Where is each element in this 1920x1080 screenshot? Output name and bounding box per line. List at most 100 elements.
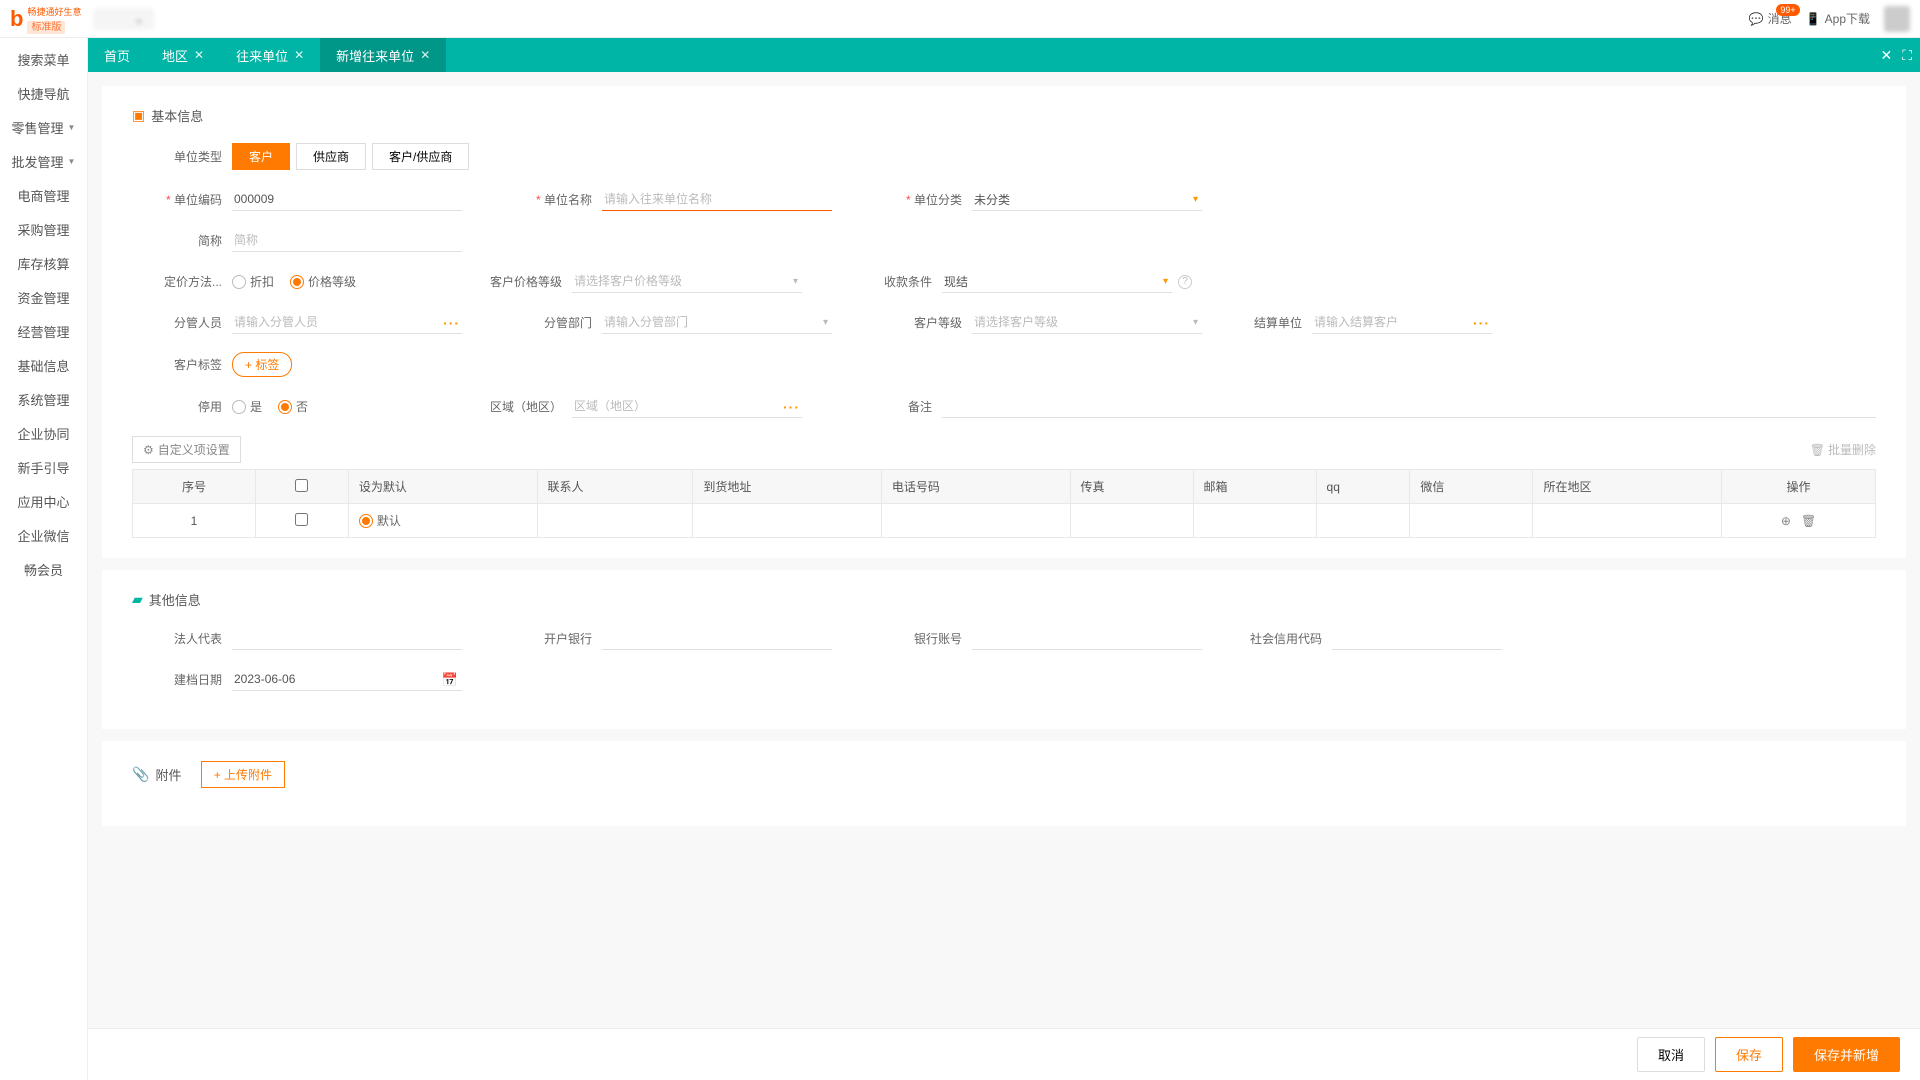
close-icon[interactable]: ✕: [194, 48, 204, 62]
select-all-checkbox[interactable]: [295, 479, 308, 492]
app-download-button[interactable]: 📱 App下载: [1806, 10, 1870, 27]
save-button[interactable]: 保存: [1715, 1037, 1783, 1072]
unit-type-supplier[interactable]: 供应商: [296, 143, 366, 170]
sidebar-item-7[interactable]: 资金管理: [0, 280, 87, 314]
cell-qq[interactable]: [1316, 504, 1410, 538]
price-level-select[interactable]: [572, 270, 802, 293]
unit-type-customer[interactable]: 客户: [232, 143, 290, 170]
label-cust-tag: 客户标签: [132, 356, 232, 373]
area-input[interactable]: [572, 395, 802, 418]
pricing-level-radio[interactable]: 价格等级: [290, 273, 356, 290]
pricing-discount-radio[interactable]: 折扣: [232, 273, 274, 290]
contacts-table: 序号设为默认联系人到货地址电话号码传真邮箱qq微信所在地区操作 1 默认: [132, 469, 1876, 538]
cell-address[interactable]: [693, 504, 882, 538]
sidebar-item-10[interactable]: 系统管理: [0, 382, 87, 416]
sidebar-item-8[interactable]: 经营管理: [0, 314, 87, 348]
add-row-icon[interactable]: ⊕: [1781, 514, 1791, 528]
bank-no-input[interactable]: [972, 627, 1202, 650]
main-content: ▣ 基本信息 单位类型 客户 供应商 客户/供应商 单位编码 单位名称: [88, 72, 1920, 1032]
dept-select[interactable]: [602, 311, 832, 334]
row-checkbox[interactable]: [295, 513, 308, 526]
help-icon[interactable]: ?: [1178, 275, 1192, 289]
sidebar-item-3[interactable]: 批发管理▼: [0, 144, 87, 178]
col-header-2: 设为默认: [348, 470, 537, 504]
chevron-down-icon: ▾: [1193, 194, 1198, 205]
sidebar-item-11[interactable]: 企业协同: [0, 416, 87, 450]
disabled-yes-radio[interactable]: 是: [232, 398, 262, 415]
org-selector[interactable]: ⌄: [93, 8, 154, 30]
label-area: 区域（地区）: [472, 398, 572, 415]
chevron-down-icon: ▾: [823, 317, 828, 328]
close-icon[interactable]: ✕: [294, 48, 304, 62]
legal-input[interactable]: [232, 627, 462, 650]
short-name-input[interactable]: [232, 229, 462, 252]
sidebar-item-12[interactable]: 新手引导: [0, 450, 87, 484]
cancel-button[interactable]: 取消: [1637, 1037, 1705, 1072]
label-pay-cond: 收款条件: [842, 273, 942, 290]
credit-code-input[interactable]: [1332, 627, 1502, 650]
cell-email[interactable]: [1193, 504, 1316, 538]
more-icon[interactable]: ···: [783, 399, 800, 415]
section-attach-title: 📎 附件 + 上传附件: [132, 761, 1876, 788]
delete-row-icon[interactable]: 🗑: [1801, 514, 1816, 528]
app-logo: b 畅捷通好生意 标准版: [10, 5, 81, 33]
disabled-no-radio[interactable]: 否: [278, 398, 308, 415]
sidebar-item-2[interactable]: 零售管理▼: [0, 110, 87, 144]
unit-cat-select[interactable]: [972, 188, 1202, 211]
tab-3[interactable]: 新增往来单位✕: [320, 38, 446, 72]
cell-phone[interactable]: [881, 504, 1070, 538]
unit-name-input[interactable]: [602, 188, 832, 211]
cell-contact[interactable]: [537, 504, 693, 538]
sidebar-item-15[interactable]: 畅会员: [0, 552, 87, 586]
messages-button[interactable]: 💬 消息 99+: [1749, 10, 1792, 27]
cell-wechat[interactable]: [1410, 504, 1533, 538]
pay-cond-select[interactable]: [942, 270, 1172, 293]
tab-0[interactable]: 首页: [88, 38, 146, 72]
sidebar-item-5[interactable]: 采购管理: [0, 212, 87, 246]
message-badge: 99+: [1776, 4, 1799, 16]
tab-2[interactable]: 往来单位✕: [220, 38, 320, 72]
tab-1[interactable]: 地区✕: [146, 38, 220, 72]
create-date-input[interactable]: [232, 668, 462, 691]
unit-type-both[interactable]: 客户/供应商: [372, 143, 469, 170]
sidebar-item-6[interactable]: 库存核算: [0, 246, 87, 280]
label-unit-type: 单位类型: [132, 148, 232, 165]
add-tag-button[interactable]: + 标签: [232, 352, 292, 377]
sidebar: 搜索菜单快捷导航零售管理▼批发管理▼电商管理采购管理库存核算资金管理经营管理基础…: [0, 38, 88, 1080]
custom-fields-button[interactable]: ⚙ 自定义项设置: [132, 436, 241, 463]
col-header-0: 序号: [133, 470, 256, 504]
top-header: b 畅捷通好生意 标准版 ⌄ 💬 消息 99+ 📱 App下载: [0, 0, 1920, 38]
cell-region[interactable]: [1533, 504, 1722, 538]
remark-input[interactable]: [942, 395, 1876, 418]
sidebar-item-1[interactable]: 快捷导航: [0, 76, 87, 110]
close-all-tabs-icon[interactable]: ✕: [1880, 47, 1892, 64]
more-icon[interactable]: ···: [443, 315, 460, 331]
sidebar-item-4[interactable]: 电商管理: [0, 178, 87, 212]
label-pricing: 定价方法...: [132, 273, 232, 290]
close-icon[interactable]: ✕: [420, 48, 430, 62]
sidebar-item-13[interactable]: 应用中心: [0, 484, 87, 518]
table-row: 1 默认 ⊕ 🗑: [133, 504, 1876, 538]
label-create-date: 建档日期: [132, 671, 232, 688]
upload-attachment-button[interactable]: + 上传附件: [201, 761, 285, 788]
caret-down-icon: ▼: [68, 123, 76, 132]
batch-delete-button[interactable]: 🗑 批量删除: [1810, 441, 1876, 458]
cell-fax[interactable]: [1070, 504, 1193, 538]
section-basic-title: ▣ 基本信息: [132, 106, 1876, 125]
avatar[interactable]: [1884, 6, 1910, 32]
sidebar-item-0[interactable]: 搜索菜单: [0, 42, 87, 76]
settle-input[interactable]: [1312, 311, 1492, 334]
save-and-new-button[interactable]: 保存并新增: [1793, 1037, 1900, 1072]
fullscreen-icon[interactable]: ⛶: [1902, 47, 1912, 64]
cust-level-select[interactable]: [972, 311, 1202, 334]
unit-code-input[interactable]: [232, 188, 462, 211]
default-radio[interactable]: 默认: [359, 512, 527, 529]
bank-input[interactable]: [602, 627, 832, 650]
more-icon[interactable]: ···: [1473, 315, 1490, 331]
col-header-3: 联系人: [537, 470, 693, 504]
calendar-icon[interactable]: 📅: [442, 672, 458, 688]
info-icon: ▰: [132, 591, 143, 608]
sidebar-item-9[interactable]: 基础信息: [0, 348, 87, 382]
sidebar-item-14[interactable]: 企业微信: [0, 518, 87, 552]
manager-input[interactable]: [232, 311, 462, 334]
